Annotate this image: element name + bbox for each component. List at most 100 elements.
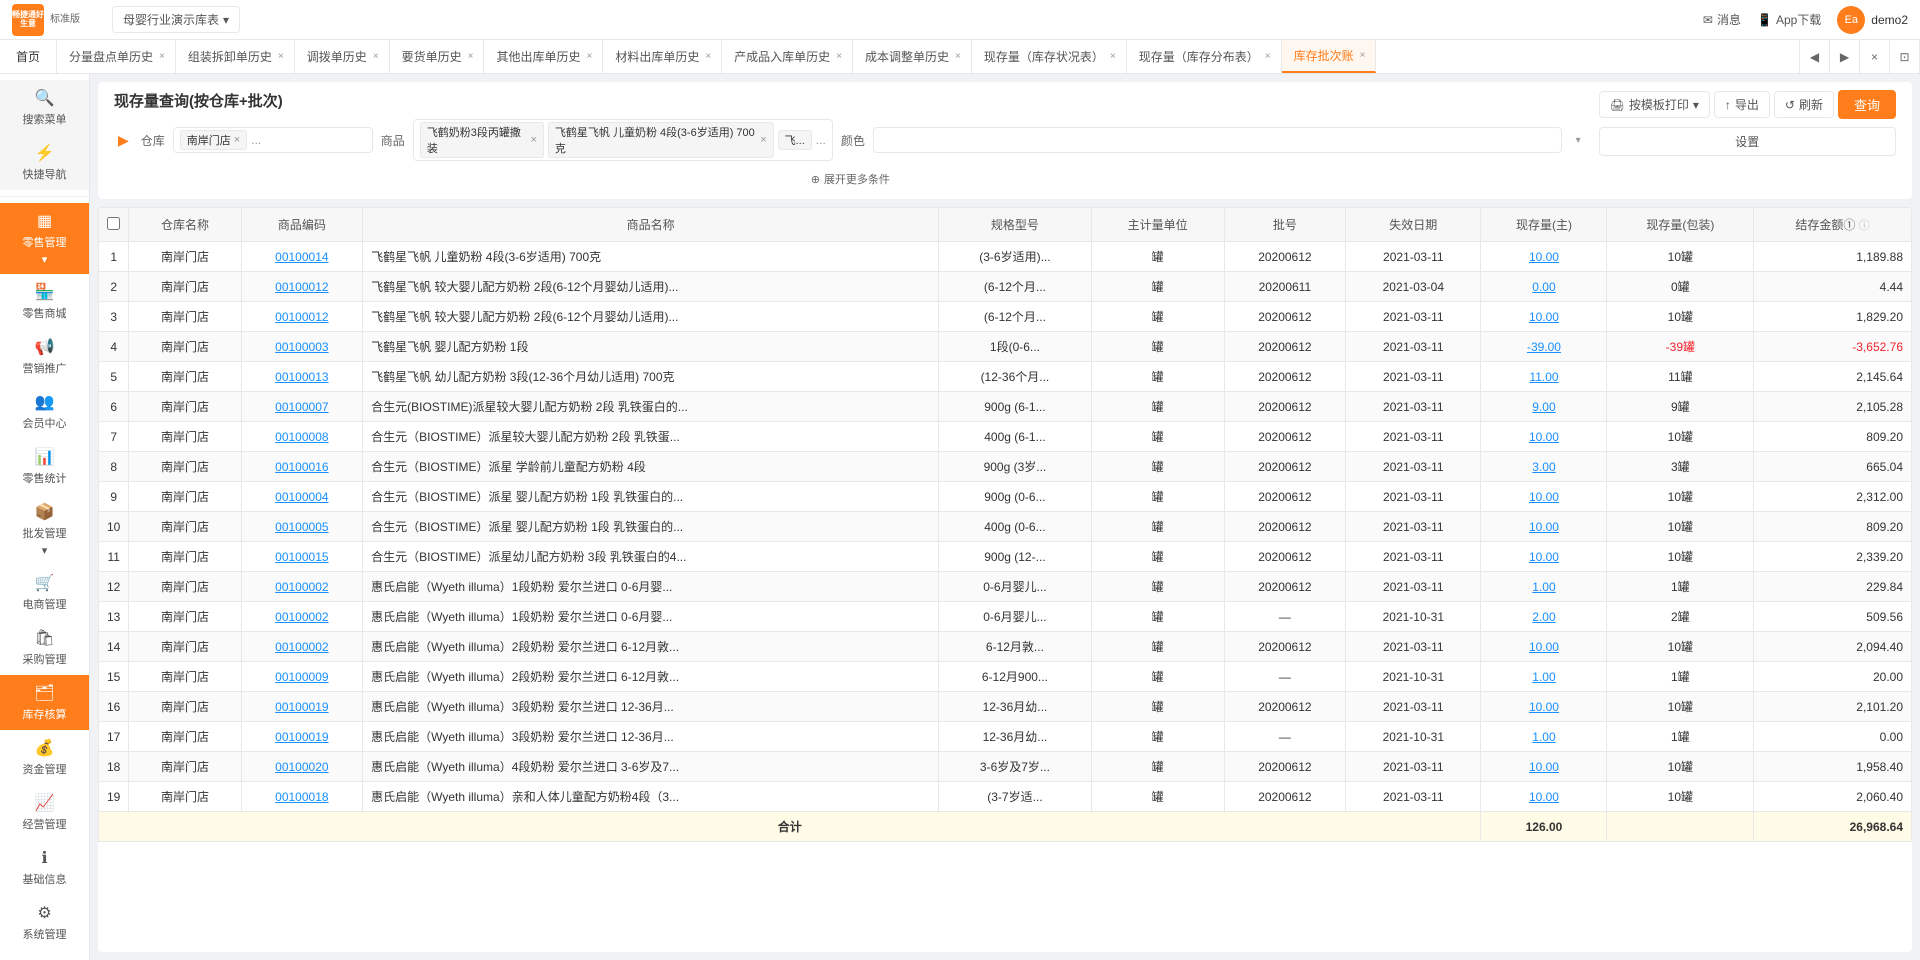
cell-code[interactable]: 00100020	[241, 752, 363, 782]
sidebar-item-marketing[interactable]: 📢 营销推广	[0, 329, 89, 384]
cell-qty-main[interactable]: 10.00	[1481, 422, 1607, 452]
filter-expand-arrow[interactable]: ▶	[114, 128, 133, 153]
color-filter[interactable]	[873, 127, 1562, 153]
sidebar-search[interactable]: 🔍 搜索菜单	[0, 80, 89, 135]
tab-item-11[interactable]: 库存批次账 ×	[1282, 40, 1377, 73]
sidebar-item-inventory[interactable]: 🗂 库存核算	[0, 675, 89, 730]
cell-qty-main[interactable]: 9.00	[1481, 392, 1607, 422]
sidebar-quick-nav[interactable]: ⚡ 快捷导航	[0, 135, 89, 190]
cell-code[interactable]: 00100009	[241, 662, 363, 692]
cell-qty-main[interactable]: 10.00	[1481, 302, 1607, 332]
tab-close-10[interactable]: ×	[1265, 51, 1271, 62]
tab-close-6[interactable]: ×	[705, 51, 711, 62]
tab-close-9[interactable]: ×	[1110, 51, 1116, 62]
tab-item-10[interactable]: 现存量（库存分布表） ×	[1127, 40, 1282, 73]
sidebar-item-collab[interactable]: 🤝 企业协同	[0, 950, 89, 960]
tab-close-11[interactable]: ×	[1360, 50, 1366, 61]
cell-qty-main[interactable]: 3.00	[1481, 452, 1607, 482]
expand-more-btn[interactable]: ⊕ 展开更多条件	[803, 167, 898, 191]
cell-code[interactable]: 00100014	[241, 242, 363, 272]
cell-qty-main[interactable]: 10.00	[1481, 632, 1607, 662]
app-download-btn[interactable]: 📱 App下载	[1757, 11, 1821, 28]
tab-close-5[interactable]: ×	[586, 51, 592, 62]
settings-btn[interactable]: 设置	[1599, 127, 1896, 156]
tab-close-2[interactable]: ×	[278, 51, 284, 62]
product-filter[interactable]: 飞鹤奶粉3段丙罐撒装 × 飞鹤星飞帆 儿童奶粉 4段(3-6岁适用) 700克 …	[413, 119, 833, 161]
sidebar-item-retail-shop[interactable]: 🏪 零售商城	[0, 274, 89, 329]
balance-help-icon[interactable]: ⓘ	[1859, 220, 1870, 232]
sidebar-item-basic-info[interactable]: ℹ 基础信息	[0, 840, 89, 895]
cell-qty-main[interactable]: 10.00	[1481, 542, 1607, 572]
cell-qty-main[interactable]: 10.00	[1481, 752, 1607, 782]
cell-code[interactable]: 00100008	[241, 422, 363, 452]
sidebar-item-member[interactable]: 👥 会员中心	[0, 384, 89, 439]
export-btn[interactable]: ↑ 导出	[1714, 91, 1770, 118]
tab-scroll-right[interactable]: ▶	[1830, 40, 1860, 74]
tab-close-current[interactable]: ×	[1860, 40, 1890, 74]
sidebar-item-purchase[interactable]: 🛍 采购管理	[0, 620, 89, 675]
cell-qty-main[interactable]: 11.00	[1481, 362, 1607, 392]
cell-code[interactable]: 00100016	[241, 452, 363, 482]
cell-qty-main[interactable]: 10.00	[1481, 242, 1607, 272]
sidebar-item-operations[interactable]: 📈 经营管理	[0, 785, 89, 840]
warehouse-more[interactable]: ...	[251, 133, 261, 147]
cell-code[interactable]: 00100007	[241, 392, 363, 422]
message-btn[interactable]: ✉ 消息	[1703, 11, 1741, 28]
tab-item-7[interactable]: 产成品入库单历史 ×	[722, 40, 853, 73]
sidebar-item-ecommerce[interactable]: 🛒 电商管理	[0, 565, 89, 620]
cell-qty-main[interactable]: 10.00	[1481, 482, 1607, 512]
cell-code[interactable]: 00100019	[241, 722, 363, 752]
tab-item-5[interactable]: 其他出库单历史 ×	[484, 40, 603, 73]
cell-code[interactable]: 00100002	[241, 602, 363, 632]
tab-close-3[interactable]: ×	[373, 51, 379, 62]
sidebar-item-finance[interactable]: 💰 资金管理	[0, 730, 89, 785]
product-tag-2[interactable]: 飞鹤星飞帆 儿童奶粉 4段(3-6岁适用) 700克 ×	[548, 122, 774, 158]
query-btn[interactable]: 查询	[1838, 90, 1896, 119]
tab-home[interactable]: 首页	[0, 40, 57, 73]
tab-item-2[interactable]: 组装拆卸单历史 ×	[176, 40, 295, 73]
cell-code[interactable]: 00100012	[241, 272, 363, 302]
cell-qty-main[interactable]: 1.00	[1481, 662, 1607, 692]
sidebar-item-system[interactable]: ⚙ 系统管理	[0, 895, 89, 950]
refresh-btn[interactable]: ↺ 刷新	[1774, 91, 1834, 118]
cell-qty-main[interactable]: 10.00	[1481, 782, 1607, 812]
cell-code[interactable]: 00100015	[241, 542, 363, 572]
tab-item-8[interactable]: 成本调整单历史 ×	[853, 40, 972, 73]
tab-menu[interactable]: ⊡	[1890, 40, 1920, 74]
product-tag-1[interactable]: 飞鹤奶粉3段丙罐撒装 ×	[420, 122, 544, 158]
cell-code[interactable]: 00100013	[241, 362, 363, 392]
warehouse-filter[interactable]: 南岸门店 × ...	[173, 127, 373, 153]
print-btn[interactable]: 🖨 按模板打印 ▾	[1599, 91, 1710, 118]
sidebar-item-retail-stats[interactable]: 📊 零售统计	[0, 439, 89, 494]
tab-item-1[interactable]: 分量盘点单历史 ×	[57, 40, 176, 73]
cell-qty-main[interactable]: -39.00	[1481, 332, 1607, 362]
cell-qty-main[interactable]: 1.00	[1481, 722, 1607, 752]
cell-qty-main[interactable]: 0.00	[1481, 272, 1607, 302]
warehouse-tag[interactable]: 南岸门店 ×	[180, 130, 247, 150]
cell-qty-main[interactable]: 1.00	[1481, 572, 1607, 602]
cell-qty-main[interactable]: 2.00	[1481, 602, 1607, 632]
tab-close-7[interactable]: ×	[836, 51, 842, 62]
cell-code[interactable]: 00100005	[241, 512, 363, 542]
select-all-checkbox[interactable]	[107, 217, 120, 230]
cell-qty-main[interactable]: 10.00	[1481, 512, 1607, 542]
cell-qty-main[interactable]: 10.00	[1481, 692, 1607, 722]
tab-item-9[interactable]: 现存量（库存状况表） ×	[972, 40, 1127, 73]
product-more[interactable]: ...	[816, 133, 826, 147]
cell-code[interactable]: 00100003	[241, 332, 363, 362]
tab-close-1[interactable]: ×	[159, 51, 165, 62]
color-dropdown[interactable]: ▾	[1570, 133, 1587, 148]
tab-close-4[interactable]: ×	[468, 51, 474, 62]
cell-code[interactable]: 00100002	[241, 572, 363, 602]
sidebar-item-retail-mgmt[interactable]: ▦ 零售管理 ▾	[0, 203, 89, 274]
workspace-selector[interactable]: 母婴行业演示库表 ▾	[112, 6, 240, 33]
tab-item-6[interactable]: 材料出库单历史 ×	[603, 40, 722, 73]
table-scroll[interactable]: 仓库名称 商品编码 商品名称 规格型号	[98, 207, 1912, 952]
tab-item-3[interactable]: 调拨单历史 ×	[295, 40, 390, 73]
cell-code[interactable]: 00100002	[241, 632, 363, 662]
tab-scroll-left[interactable]: ◀	[1800, 40, 1830, 74]
cell-code[interactable]: 00100012	[241, 302, 363, 332]
sidebar-item-wholesale[interactable]: 📦 批发管理 ▾	[0, 494, 89, 565]
cell-code[interactable]: 00100004	[241, 482, 363, 512]
cell-code[interactable]: 00100019	[241, 692, 363, 722]
